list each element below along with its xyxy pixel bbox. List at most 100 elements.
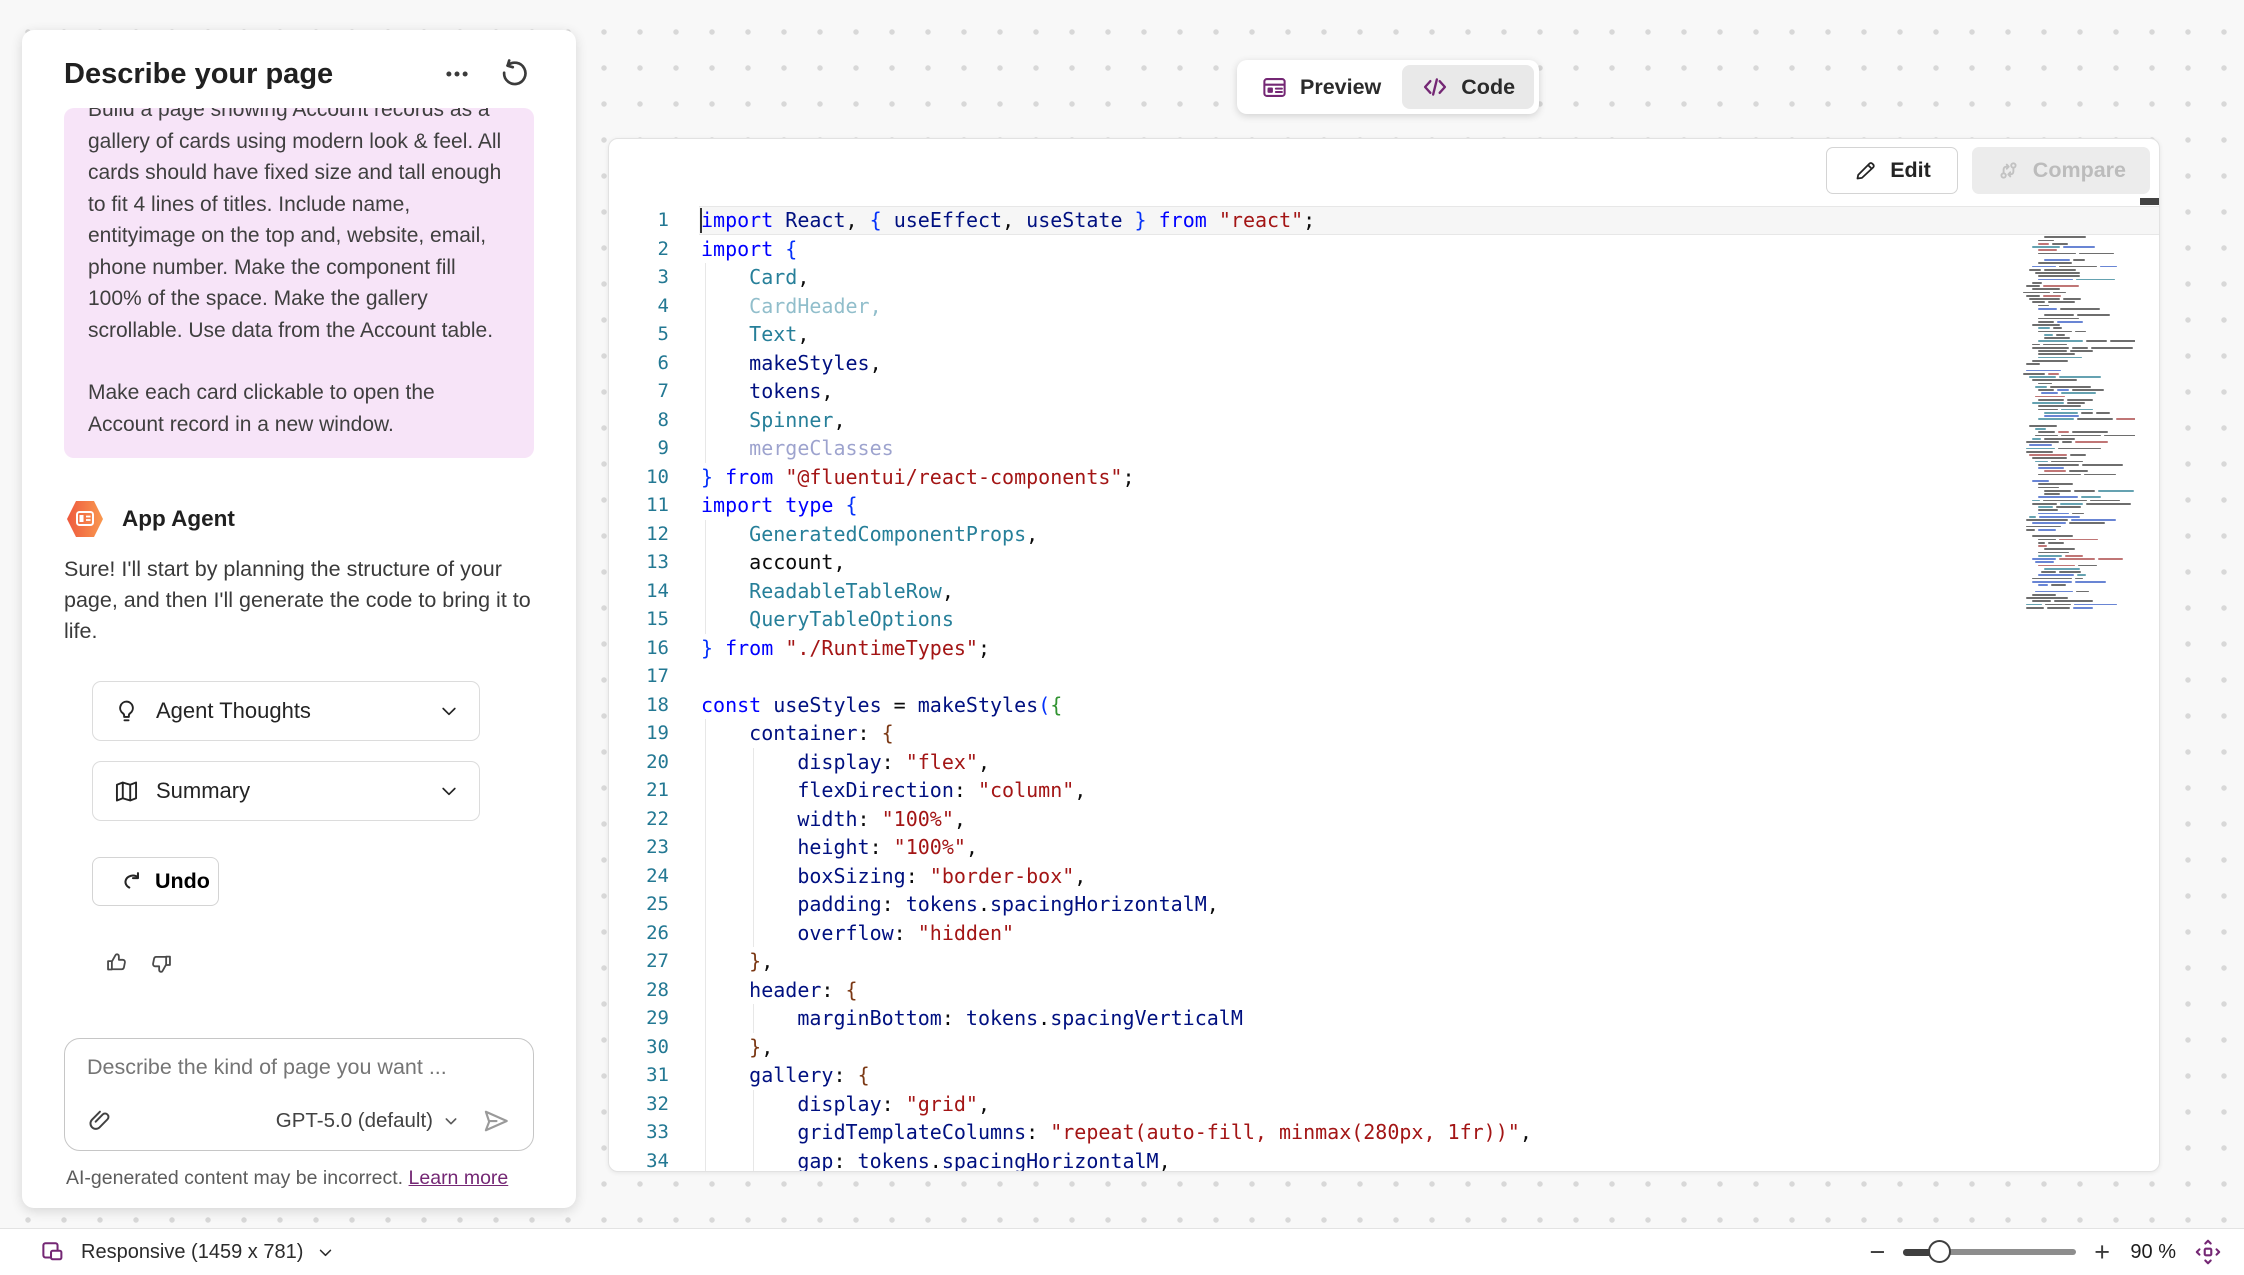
code-line[interactable]: 9 mergeClasses xyxy=(609,434,2159,463)
zoom-in-button[interactable]: + xyxy=(2092,1239,2112,1266)
code-line[interactable]: 8 Spinner, xyxy=(609,406,2159,435)
zoom-slider-knob[interactable] xyxy=(1928,1240,1951,1263)
line-number: 7 xyxy=(609,377,669,406)
code-line[interactable]: 23 height: "100%", xyxy=(609,833,2159,862)
line-number: 28 xyxy=(609,976,669,1005)
line-number: 27 xyxy=(609,947,669,976)
learn-more-link[interactable]: Learn more xyxy=(409,1167,509,1189)
code-line[interactable]: 16} from "./RuntimeTypes"; xyxy=(609,634,2159,663)
line-number: 33 xyxy=(609,1118,669,1147)
code-line[interactable]: 20 display: "flex", xyxy=(609,748,2159,777)
code-line[interactable]: 25 padding: tokens.spacingHorizontalM, xyxy=(609,890,2159,919)
user-prompt-bubble: Build a page showing Account records as … xyxy=(64,108,534,458)
line-number: 13 xyxy=(609,548,669,577)
scrollbar-thumb[interactable] xyxy=(2140,198,2160,205)
code-line[interactable]: 22 width: "100%", xyxy=(609,805,2159,834)
code-editor[interactable]: 1import React, { useEffect, useState } f… xyxy=(609,206,2159,1171)
edit-button-label: Edit xyxy=(1890,158,1931,183)
describe-page-panel: Describe your page Build a page showing … xyxy=(22,30,576,1208)
attach-button[interactable] xyxy=(87,1107,115,1135)
compare-icon xyxy=(1996,158,2021,183)
code-line[interactable]: 31 gallery: { xyxy=(609,1061,2159,1090)
map-icon xyxy=(113,778,140,805)
model-label: GPT-5.0 (default) xyxy=(276,1109,433,1133)
code-line[interactable]: 14 ReadableTableRow, xyxy=(609,577,2159,606)
more-options-button[interactable] xyxy=(438,55,476,93)
code-line[interactable]: 26 overflow: "hidden" xyxy=(609,919,2159,948)
code-line[interactable]: 27 }, xyxy=(609,947,2159,976)
code-tab[interactable]: Code xyxy=(1402,65,1534,109)
edit-button[interactable]: Edit xyxy=(1826,147,1958,194)
compare-button-label: Compare xyxy=(2033,158,2126,183)
status-bar: Responsive (1459 x 781) − + 90 % xyxy=(0,1228,2244,1275)
code-line[interactable]: 21 flexDirection: "column", xyxy=(609,776,2159,805)
code-line[interactable]: 6 makeStyles, xyxy=(609,349,2159,378)
code-line[interactable]: 28 header: { xyxy=(609,976,2159,1005)
responsive-icon xyxy=(40,1239,67,1266)
paperclip-icon xyxy=(87,1107,115,1135)
code-line[interactable]: 4 CardHeader, xyxy=(609,292,2159,321)
code-line[interactable]: 19 container: { xyxy=(609,719,2159,748)
preview-icon xyxy=(1261,74,1288,101)
line-number: 31 xyxy=(609,1061,669,1090)
code-line[interactable]: 18const useStyles = makeStyles({ xyxy=(609,691,2159,720)
code-line[interactable]: 13 account, xyxy=(609,548,2159,577)
accordion-summary[interactable]: Summary xyxy=(92,761,480,821)
zoom-slider[interactable] xyxy=(1903,1240,2076,1264)
code-line[interactable]: 11import type { xyxy=(609,491,2159,520)
accordion-group: Agent Thoughts Summary xyxy=(64,647,534,821)
code-line[interactable]: 7 tokens, xyxy=(609,377,2159,406)
code-line[interactable]: 10} from "@fluentui/react-components"; xyxy=(609,463,2159,492)
line-number: 17 xyxy=(609,662,669,691)
feedback-row xyxy=(104,950,534,977)
line-number: 10 xyxy=(609,463,669,492)
prompt-input[interactable] xyxy=(87,1055,511,1080)
text-cursor xyxy=(700,208,702,233)
line-number: 12 xyxy=(609,520,669,549)
fit-to-screen-button[interactable] xyxy=(2194,1238,2222,1266)
code-line[interactable]: 29 marginBottom: tokens.spacingVerticalM xyxy=(609,1004,2159,1033)
chevron-down-icon xyxy=(439,781,459,801)
line-number: 2 xyxy=(609,235,669,264)
code-line[interactable]: 30 }, xyxy=(609,1033,2159,1062)
line-number: 15 xyxy=(609,605,669,634)
code-panel-actions: Edit Compare xyxy=(1826,147,2150,194)
code-line[interactable]: 1import React, { useEffect, useState } f… xyxy=(609,206,2159,235)
preview-tab[interactable]: Preview xyxy=(1242,65,1400,109)
thumbs-up-button[interactable] xyxy=(104,950,131,977)
code-line[interactable]: 24 boxSizing: "border-box", xyxy=(609,862,2159,891)
lightbulb-icon xyxy=(113,698,140,725)
accordion-agent-thoughts[interactable]: Agent Thoughts xyxy=(92,681,480,741)
line-number: 19 xyxy=(609,719,669,748)
line-number: 25 xyxy=(609,890,669,919)
undo-button[interactable]: Undo xyxy=(92,857,219,906)
code-line[interactable]: 15 QueryTableOptions xyxy=(609,605,2159,634)
line-number: 34 xyxy=(609,1147,669,1173)
pencil-icon xyxy=(1853,158,1878,183)
thumbs-down-button[interactable] xyxy=(147,950,174,977)
restart-button[interactable] xyxy=(494,54,534,94)
restart-icon xyxy=(498,58,530,90)
code-line[interactable]: 32 display: "grid", xyxy=(609,1090,2159,1119)
send-button[interactable] xyxy=(481,1106,511,1136)
chevron-down-icon xyxy=(439,701,459,721)
line-number: 23 xyxy=(609,833,669,862)
model-selector[interactable]: GPT-5.0 (default) xyxy=(270,1108,465,1134)
code-line[interactable]: 33 gridTemplateColumns: "repeat(auto-fil… xyxy=(609,1118,2159,1147)
code-line[interactable]: 2import { xyxy=(609,235,2159,264)
zoom-out-button[interactable]: − xyxy=(1867,1239,1887,1266)
undo-icon xyxy=(119,869,145,895)
panel-header: Describe your page xyxy=(64,54,534,94)
fit-to-screen-icon xyxy=(2194,1238,2222,1266)
code-line[interactable]: 3 Card, xyxy=(609,263,2159,292)
panel-title: Describe your page xyxy=(64,58,420,91)
code-line[interactable]: 5 Text, xyxy=(609,320,2159,349)
device-selector[interactable]: Responsive (1459 x 781) xyxy=(34,1229,340,1275)
minimap[interactable] xyxy=(2023,213,2135,633)
code-line[interactable]: 34 gap: tokens.spacingHorizontalM, xyxy=(609,1147,2159,1173)
code-line[interactable]: 17 xyxy=(609,662,2159,691)
code-tab-label: Code xyxy=(1461,75,1515,100)
thumbs-up-icon xyxy=(104,950,131,977)
app-screen: Describe your page Build a page showing … xyxy=(0,0,2244,1275)
code-line[interactable]: 12 GeneratedComponentProps, xyxy=(609,520,2159,549)
